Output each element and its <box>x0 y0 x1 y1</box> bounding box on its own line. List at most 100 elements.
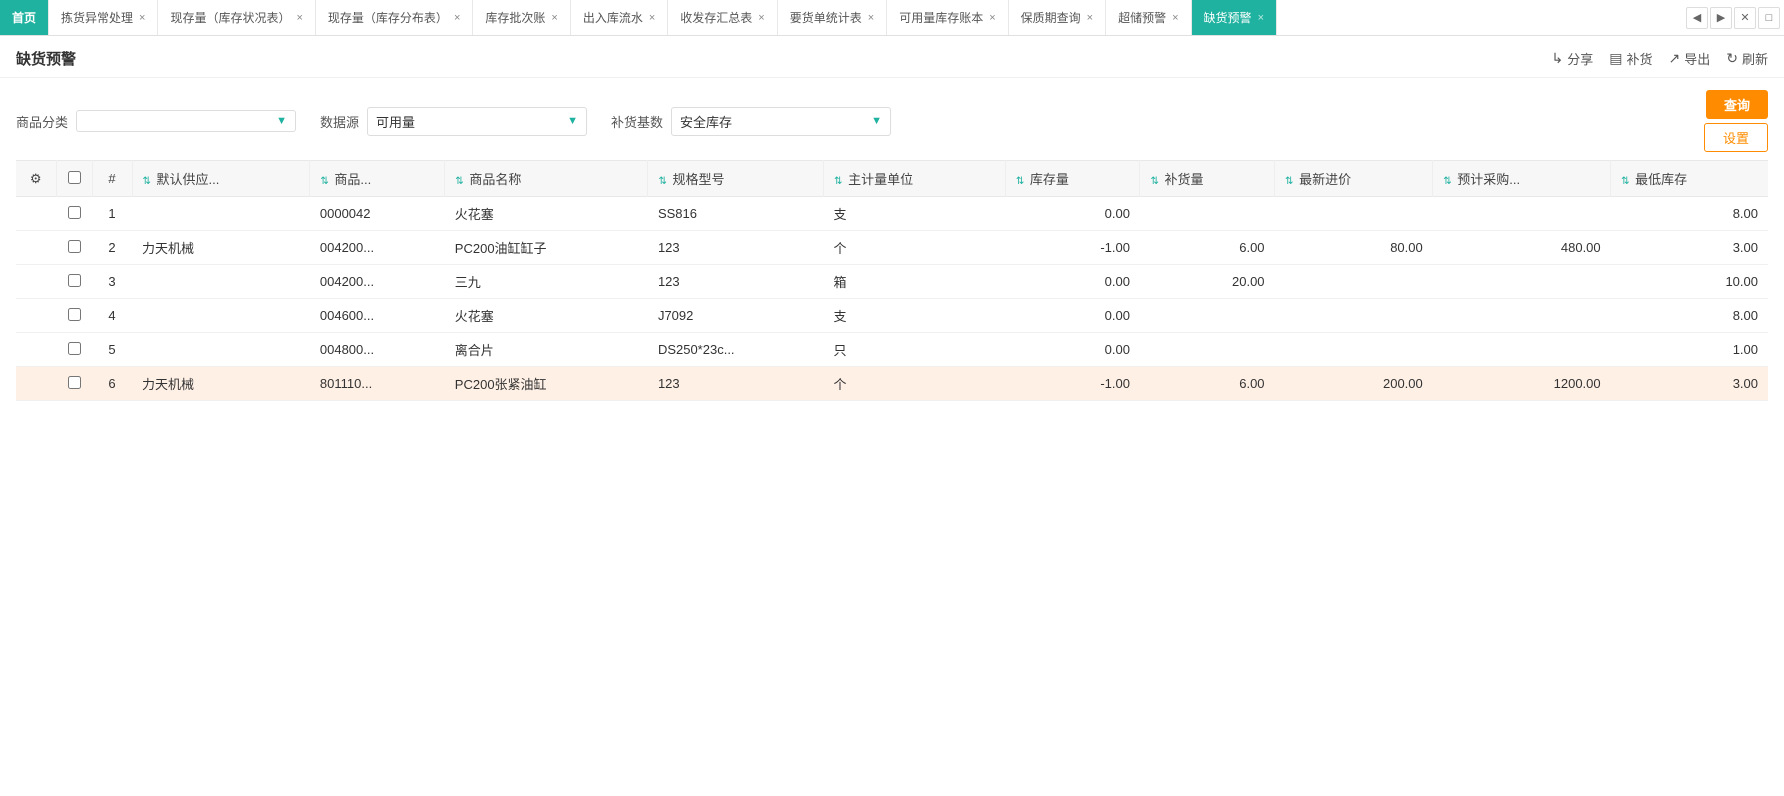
tab-maximize-button[interactable]: □ <box>1758 7 1780 29</box>
sort-icon: ⇅ <box>1443 176 1451 187</box>
replenish-button[interactable]: ▤ 补货 <box>1609 49 1652 68</box>
export-button[interactable]: ↗ 导出 <box>1669 49 1711 68</box>
row-gear <box>16 231 56 265</box>
row-replenish-qty: 6.00 <box>1140 367 1275 401</box>
row-replenish-qty: 20.00 <box>1140 265 1275 299</box>
tab-prev-button[interactable]: ◀ <box>1686 7 1708 29</box>
select-all-checkbox[interactable] <box>68 171 81 184</box>
col-latest-price[interactable]: ⇅ 最新进价 <box>1275 161 1433 197</box>
col-estimated-purchase[interactable]: ⇅ 预计采购... <box>1433 161 1611 197</box>
col-product-code-label: 商品... <box>334 172 371 187</box>
tab-home[interactable]: 首页 <box>0 0 49 36</box>
row-spec: SS816 <box>648 197 824 231</box>
row-product-name: PC200张紧油缸 <box>445 367 648 401</box>
tab-inventory-status[interactable]: 现存量（库存状况表） × <box>158 0 315 36</box>
close-icon[interactable]: × <box>1087 12 1093 24</box>
row-checkbox[interactable] <box>68 342 81 355</box>
query-button[interactable]: 查询 <box>1706 90 1768 119</box>
tab-close-button[interactable]: ✕ <box>1734 7 1756 29</box>
replenish-base-select[interactable]: 安全库存 ▼ <box>671 107 891 136</box>
row-spec: DS250*23c... <box>648 333 824 367</box>
tab-demand-stat[interactable]: 要货单统计表 × <box>778 0 887 36</box>
close-icon[interactable]: × <box>868 12 874 24</box>
row-checkbox[interactable] <box>68 274 81 287</box>
close-icon[interactable]: × <box>551 12 557 24</box>
row-product-name: PC200油缸缸子 <box>445 231 648 265</box>
col-min-stock[interactable]: ⇅ 最低库存 <box>1611 161 1768 197</box>
col-spec-label: 规格型号 <box>672 172 724 187</box>
col-product-name-label: 商品名称 <box>469 172 521 187</box>
row-check[interactable] <box>56 299 92 333</box>
refresh-button[interactable]: ↻ 刷新 <box>1726 49 1768 68</box>
close-icon[interactable]: × <box>989 12 995 24</box>
tab-expiry-query[interactable]: 保质期查询 × <box>1009 0 1106 36</box>
col-unit[interactable]: ⇅ 主计量单位 <box>824 161 1006 197</box>
filter-actions: 查询 设置 <box>1704 90 1768 152</box>
row-check[interactable] <box>56 231 92 265</box>
col-replenish-qty[interactable]: ⇅ 补货量 <box>1140 161 1275 197</box>
settings-button[interactable]: 设置 <box>1704 123 1768 152</box>
tab-collect-summary[interactable]: 收发存汇总表 × <box>668 0 777 36</box>
category-select[interactable]: ▼ <box>76 110 296 132</box>
row-replenish-qty: 6.00 <box>1140 231 1275 265</box>
row-checkbox[interactable] <box>68 376 81 389</box>
col-product-code[interactable]: ⇅ 商品... <box>310 161 445 197</box>
row-unit: 个 <box>824 367 1006 401</box>
row-gear <box>16 333 56 367</box>
row-checkbox[interactable] <box>68 308 81 321</box>
tab-inout-flow[interactable]: 出入库流水 × <box>571 0 668 36</box>
row-check[interactable] <box>56 367 92 401</box>
close-icon[interactable]: × <box>758 12 764 24</box>
sort-icon: ⇅ <box>834 176 842 187</box>
row-supplier <box>132 197 310 231</box>
col-supplier[interactable]: ⇅ 默认供应... <box>132 161 310 197</box>
row-checkbox[interactable] <box>68 206 81 219</box>
tab-available-ledger[interactable]: 可用量库存账本 × <box>887 0 1008 36</box>
row-num: 1 <box>92 197 132 231</box>
category-label: 商品分类 <box>16 112 68 131</box>
tab-abnormal-label: 拣货异常处理 <box>61 9 133 26</box>
datasource-value: 可用量 <box>376 112 415 131</box>
col-check[interactable] <box>56 161 92 197</box>
row-stock: 0.00 <box>1005 265 1140 299</box>
tab-inventory-dist[interactable]: 现存量（库存分布表） × <box>316 0 473 36</box>
col-spec[interactable]: ⇅ 规格型号 <box>648 161 824 197</box>
row-checkbox[interactable] <box>68 240 81 253</box>
tab-next-button[interactable]: ▶ <box>1710 7 1732 29</box>
col-stock[interactable]: ⇅ 库存量 <box>1005 161 1140 197</box>
col-estimated-purchase-label: 预计采购... <box>1457 172 1520 187</box>
row-unit: 箱 <box>824 265 1006 299</box>
table-row: 6 力天机械 801110... PC200张紧油缸 123 个 -1.00 6… <box>16 367 1768 401</box>
tab-overstock[interactable]: 超储预警 × <box>1106 0 1191 36</box>
row-estimated-purchase: 1200.00 <box>1433 367 1611 401</box>
close-icon[interactable]: × <box>139 12 145 24</box>
row-product-name: 火花塞 <box>445 197 648 231</box>
share-button[interactable]: ↳ 分享 <box>1552 49 1594 68</box>
tab-abnormal[interactable]: 拣货异常处理 × <box>49 0 158 36</box>
tab-batch-account[interactable]: 库存批次账 × <box>473 0 570 36</box>
row-stock: 0.00 <box>1005 299 1140 333</box>
row-latest-price: 200.00 <box>1275 367 1433 401</box>
sort-icon: ⇅ <box>1016 176 1024 187</box>
col-replenish-qty-label: 补货量 <box>1164 172 1203 187</box>
sort-icon: ⇅ <box>1285 176 1293 187</box>
row-unit: 支 <box>824 299 1006 333</box>
table-body: 1 0000042 火花塞 SS816 支 0.00 8.00 2 力天机械 0… <box>16 197 1768 401</box>
close-icon[interactable]: × <box>454 12 460 24</box>
filter-bar: 商品分类 ▼ 数据源 可用量 ▼ 补货基数 安全库存 ▼ 查询 设置 <box>0 78 1784 160</box>
tab-shortage[interactable]: 缺货预警 × <box>1192 0 1277 36</box>
col-product-name[interactable]: ⇅ 商品名称 <box>445 161 648 197</box>
close-icon[interactable]: × <box>1172 12 1178 24</box>
row-check[interactable] <box>56 265 92 299</box>
close-icon[interactable]: × <box>649 12 655 24</box>
row-num: 5 <box>92 333 132 367</box>
close-icon[interactable]: × <box>296 12 302 24</box>
row-check[interactable] <box>56 197 92 231</box>
row-stock: -1.00 <box>1005 367 1140 401</box>
tab-inout-flow-label: 出入库流水 <box>583 9 643 26</box>
row-check[interactable] <box>56 333 92 367</box>
datasource-select[interactable]: 可用量 ▼ <box>367 107 587 136</box>
row-stock: 0.00 <box>1005 333 1140 367</box>
close-icon[interactable]: × <box>1258 12 1264 24</box>
col-gear[interactable]: ⚙ <box>16 161 56 197</box>
